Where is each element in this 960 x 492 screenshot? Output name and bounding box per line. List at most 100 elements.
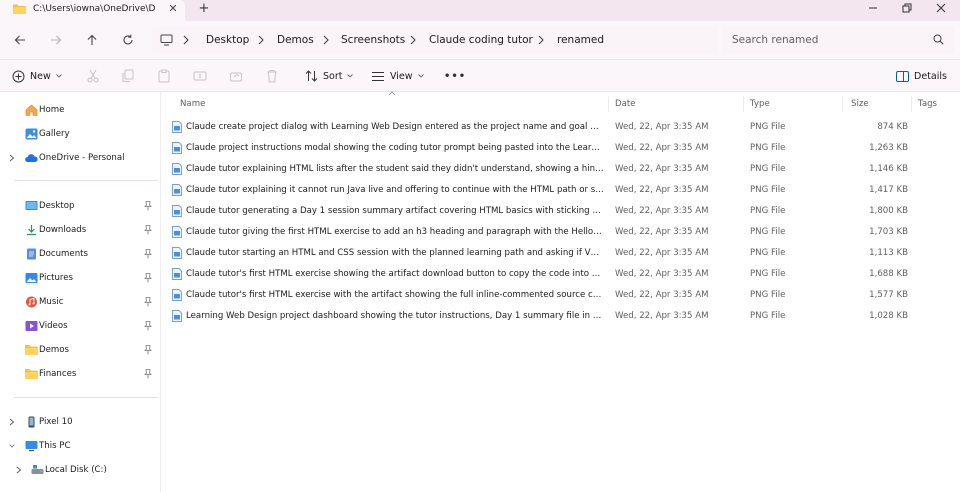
file-size: 1,703 KB — [869, 227, 908, 237]
sidebar-item-label: Music — [39, 297, 64, 307]
file-row[interactable]: Claude tutor giving the first HTML exerc… — [161, 222, 951, 243]
png-file-icon — [172, 142, 182, 154]
sidebar-item-desktop[interactable]: Desktop — [0, 197, 158, 215]
drive-icon — [31, 465, 44, 474]
search-input[interactable]: Search renamed — [722, 27, 954, 53]
sidebar-item-demos[interactable]: Demos — [0, 341, 158, 359]
file-row[interactable]: Claude tutor's first HTML exercise showi… — [161, 264, 951, 285]
paste-icon[interactable] — [157, 69, 171, 83]
column-separator[interactable] — [842, 96, 843, 112]
gallery-icon — [25, 128, 38, 140]
file-type: PNG File — [750, 269, 786, 279]
sidebar-item-videos[interactable]: Videos — [0, 317, 158, 335]
forward-button[interactable] — [47, 31, 65, 49]
breadcrumb-demos[interactable]: Demos — [277, 34, 314, 46]
cut-icon[interactable] — [86, 69, 100, 83]
explorer-tab[interactable]: C:\Users\iowna\OneDrive\De ✕ — [0, 0, 185, 21]
png-file-icon — [172, 268, 182, 280]
column-header-date[interactable]: Date — [615, 99, 636, 109]
pin-icon[interactable] — [144, 297, 152, 307]
chevron-right-icon — [9, 418, 15, 426]
breadcrumb-renamed[interactable]: renamed — [557, 34, 604, 46]
breadcrumb-screenshots[interactable]: Screenshots — [341, 34, 405, 46]
sort-label: Sort — [323, 70, 343, 82]
sort-icon — [305, 70, 318, 82]
sidebar-item-gallery[interactable]: Gallery — [0, 125, 158, 143]
pin-icon[interactable] — [144, 225, 152, 235]
file-date: Wed, 22, Apr 3:35 AM — [615, 143, 709, 153]
pin-icon[interactable] — [144, 345, 152, 355]
pin-icon[interactable] — [144, 369, 152, 379]
close-tab-button[interactable]: ✕ — [166, 2, 180, 16]
sidebar-item-home[interactable]: Home — [0, 101, 158, 119]
sidebar-item-pictures[interactable]: Pictures — [0, 269, 158, 287]
sort-button[interactable]: Sort — [305, 68, 354, 84]
file-row[interactable]: Claude create project dialog with Learni… — [161, 117, 951, 138]
restore-button[interactable] — [892, 0, 922, 16]
pin-icon[interactable] — [144, 321, 152, 331]
videos-icon — [25, 321, 38, 331]
column-separator[interactable] — [743, 96, 744, 112]
delete-icon[interactable] — [265, 69, 279, 83]
sidebar-item-label: Finances — [39, 369, 77, 379]
file-row[interactable]: Claude tutor starting an HTML and CSS se… — [161, 243, 951, 264]
sidebar-item-finances[interactable]: Finances — [0, 365, 158, 383]
pin-icon[interactable] — [144, 201, 152, 211]
pin-icon[interactable] — [144, 273, 152, 283]
folder-icon — [25, 345, 38, 355]
minimize-button[interactable] — [858, 0, 888, 16]
file-size: 1,113 KB — [869, 248, 908, 258]
sidebar-item-downloads[interactable]: Downloads — [0, 221, 158, 239]
file-date: Wed, 22, Apr 3:35 AM — [615, 269, 709, 279]
up-button[interactable] — [83, 31, 101, 49]
share-icon[interactable] — [229, 69, 243, 83]
refresh-button[interactable] — [119, 31, 137, 49]
chevron-right-icon — [9, 154, 15, 162]
rename-icon[interactable] — [193, 69, 207, 83]
new-button[interactable]: New — [12, 68, 62, 84]
view-button[interactable]: View — [371, 68, 424, 84]
more-options-button[interactable]: ••• — [444, 68, 466, 84]
sidebar-item-pixel-10[interactable]: Pixel 10 — [0, 413, 158, 431]
chevron-down-icon — [9, 444, 15, 448]
sidebar-item-label: Desktop — [39, 201, 75, 211]
file-row[interactable]: Claude tutor explaining HTML lists after… — [161, 159, 951, 180]
file-row[interactable]: Learning Web Design project dashboard sh… — [161, 306, 951, 327]
file-name: Claude tutor's first HTML exercise showi… — [186, 269, 604, 279]
png-file-icon — [172, 226, 182, 238]
sidebar-item-onedrive[interactable]: OneDrive - Personal — [0, 149, 158, 167]
column-separator[interactable] — [911, 96, 912, 112]
details-button[interactable]: Details — [896, 68, 947, 84]
pin-icon[interactable] — [144, 249, 152, 259]
sidebar-item-local-disk[interactable]: Local Disk (C:) — [0, 461, 158, 479]
file-date: Wed, 22, Apr 3:35 AM — [615, 311, 709, 321]
column-header-name[interactable]: Name — [180, 99, 205, 109]
details-pane-icon — [896, 70, 909, 82]
phone-icon — [28, 416, 35, 428]
column-header-tags[interactable]: Tags — [918, 99, 937, 109]
file-size: 1,028 KB — [869, 311, 908, 321]
file-name: Claude project instructions modal showin… — [186, 143, 604, 153]
back-button[interactable] — [11, 31, 29, 49]
file-row[interactable]: Claude project instructions modal showin… — [161, 138, 951, 159]
sidebar-item-label: OneDrive - Personal — [39, 153, 125, 163]
new-tab-button[interactable]: + — [197, 2, 211, 16]
file-row[interactable]: Claude tutor explaining it cannot run Ja… — [161, 180, 951, 201]
sidebar-item-documents[interactable]: Documents — [0, 245, 158, 263]
address-bar[interactable]: Desktop Demos Screenshots Claude coding … — [152, 27, 718, 53]
chevron-right-icon — [323, 35, 329, 45]
copy-icon[interactable] — [121, 69, 135, 83]
column-header-size[interactable]: Size — [851, 99, 869, 109]
column-separator[interactable] — [608, 96, 609, 112]
breadcrumb-desktop[interactable]: Desktop — [206, 34, 249, 46]
sidebar-divider — [14, 397, 158, 398]
sidebar-item-this-pc[interactable]: This PC — [0, 437, 158, 455]
sidebar-item-music[interactable]: Music — [0, 293, 158, 311]
folder-icon — [13, 4, 26, 14]
file-row[interactable]: Claude tutor's first HTML exercise with … — [161, 285, 951, 306]
file-size: 1,800 KB — [869, 206, 908, 216]
file-row[interactable]: Claude tutor generating a Day 1 session … — [161, 201, 951, 222]
column-header-type[interactable]: Type — [750, 99, 770, 109]
breadcrumb-claude-coding-tutor[interactable]: Claude coding tutor — [429, 34, 533, 46]
close-window-button[interactable] — [926, 0, 956, 16]
